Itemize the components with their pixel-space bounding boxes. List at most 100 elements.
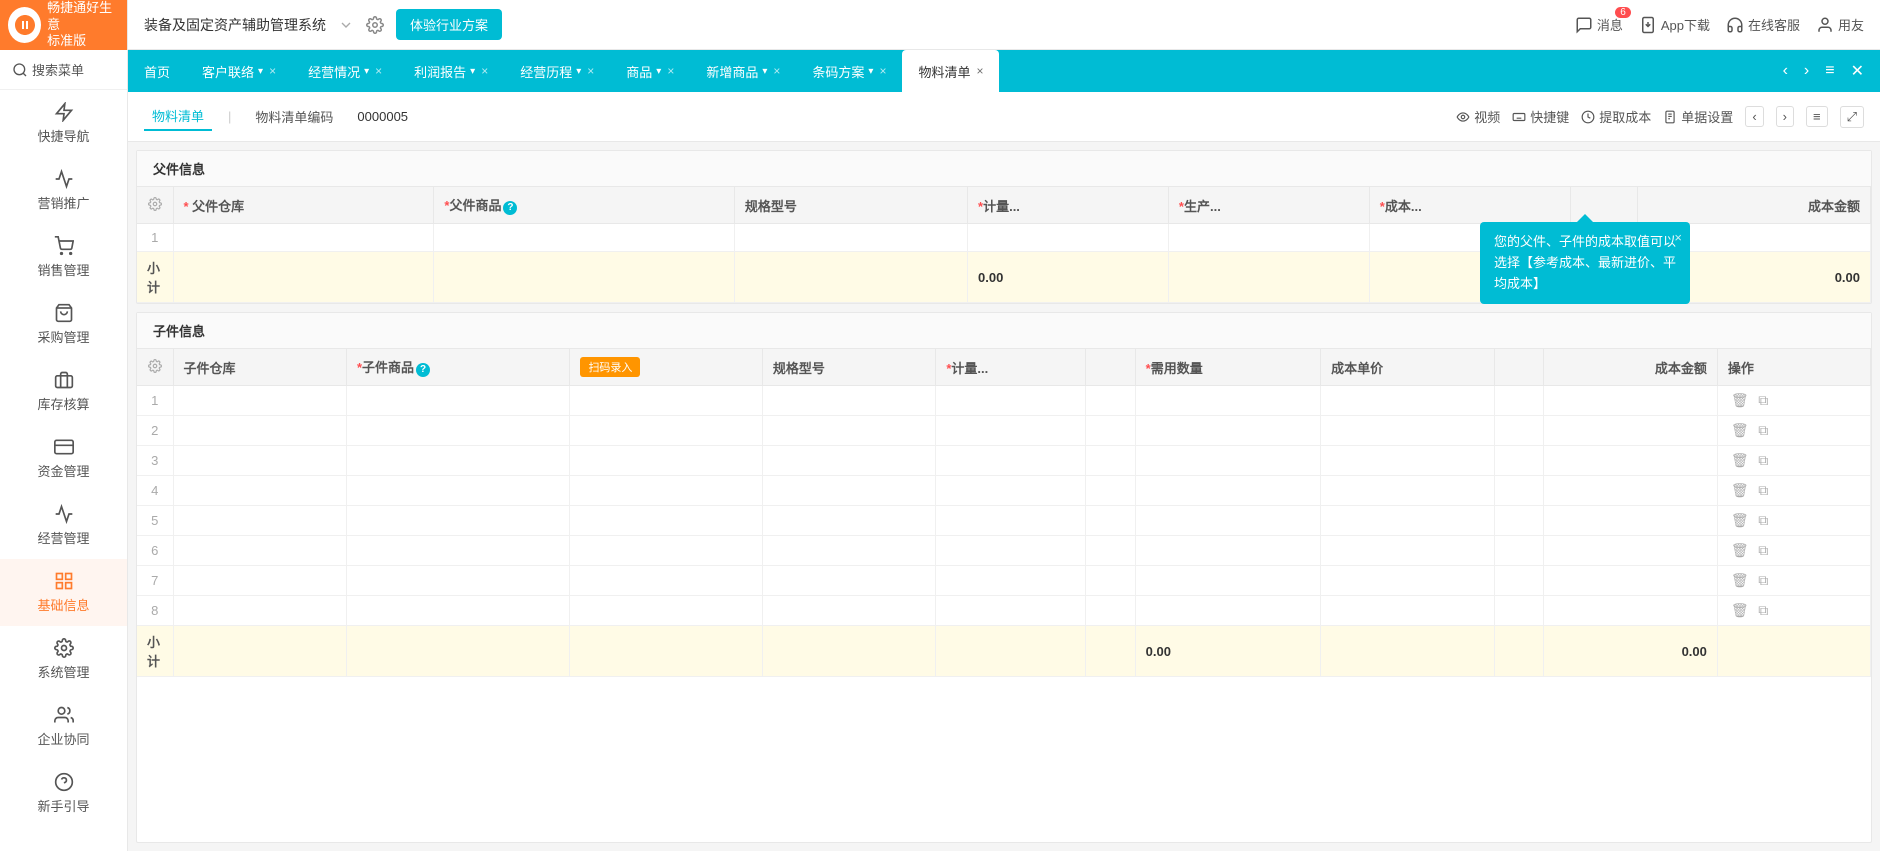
- tab-barcode[interactable]: 条码方案▾×: [796, 50, 902, 92]
- tab-new-goods[interactable]: 新增商品▾×: [690, 50, 796, 92]
- sidebar-item-enterprise[interactable]: 企业协同: [0, 693, 127, 760]
- tab-barcode-close[interactable]: ×: [879, 64, 886, 78]
- action-shortcut[interactable]: 快捷键: [1512, 107, 1569, 126]
- child-qty-2[interactable]: [1135, 416, 1320, 446]
- child-warehouse-8[interactable]: [173, 596, 346, 626]
- child-spec-6[interactable]: [762, 536, 935, 566]
- child-goods-6[interactable]: [346, 536, 569, 566]
- nav-close-all-btn[interactable]: ≡: [1817, 62, 1842, 80]
- sidebar-item-sales[interactable]: 销售管理: [0, 224, 127, 291]
- user-btn[interactable]: 用友: [1816, 15, 1864, 34]
- tab-newgoods-close[interactable]: ×: [773, 64, 780, 78]
- child-unit-cost-5[interactable]: [1321, 506, 1494, 536]
- parent-produce-cell[interactable]: [1168, 224, 1369, 252]
- child-unit-6[interactable]: [936, 536, 1085, 566]
- child-qty-1[interactable]: [1135, 386, 1320, 416]
- child-warehouse-3[interactable]: [173, 446, 346, 476]
- child-unit-7[interactable]: [936, 566, 1085, 596]
- delete-icon-8[interactable]: 🗑: [1731, 602, 1749, 618]
- child-goods-1[interactable]: [346, 386, 569, 416]
- child-qty-4[interactable]: [1135, 476, 1320, 506]
- child-qty-5[interactable]: [1135, 506, 1320, 536]
- subheader-tab-bom[interactable]: 物料清单: [144, 102, 212, 131]
- sidebar-item-purchase[interactable]: 采购管理: [0, 291, 127, 358]
- parent-warehouse-cell[interactable]: [173, 224, 434, 252]
- child-unit-2[interactable]: [936, 416, 1085, 446]
- parent-spec-cell[interactable]: [734, 224, 967, 252]
- delete-icon-1[interactable]: 🗑: [1731, 392, 1749, 408]
- child-qty-6[interactable]: [1135, 536, 1320, 566]
- sidebar-item-operation[interactable]: 经营管理: [0, 492, 127, 559]
- child-unit-cost-7[interactable]: [1321, 566, 1494, 596]
- tab-goods-close[interactable]: ×: [667, 64, 674, 78]
- settings-icon[interactable]: [366, 16, 384, 34]
- child-warehouse-6[interactable]: [173, 536, 346, 566]
- nav-prev-btn[interactable]: ‹: [1775, 62, 1796, 80]
- copy-icon-7[interactable]: ⧉: [1758, 572, 1768, 588]
- tab-profit[interactable]: 利润报告▾×: [398, 50, 504, 92]
- child-warehouse-5[interactable]: [173, 506, 346, 536]
- nav-next-page[interactable]: ›: [1776, 106, 1794, 127]
- sidebar-item-search[interactable]: 搜索菜单: [0, 50, 127, 90]
- copy-icon-6[interactable]: ⧉: [1758, 542, 1768, 558]
- copy-icon-3[interactable]: ⧉: [1758, 452, 1768, 468]
- child-qty-3[interactable]: [1135, 446, 1320, 476]
- delete-icon-6[interactable]: 🗑: [1731, 542, 1749, 558]
- tab-operation-close[interactable]: ×: [375, 64, 382, 78]
- tab-customer-close[interactable]: ×: [269, 64, 276, 78]
- child-spec-5[interactable]: [762, 506, 935, 536]
- child-unit-cost-8[interactable]: [1321, 596, 1494, 626]
- nav-expand[interactable]: ⤢: [1840, 106, 1864, 128]
- child-warehouse-4[interactable]: [173, 476, 346, 506]
- copy-icon-4[interactable]: ⧉: [1758, 482, 1768, 498]
- parent-col-gear[interactable]: [137, 187, 173, 224]
- child-unit-4[interactable]: [936, 476, 1085, 506]
- child-col-scan[interactable]: 扫码录入: [570, 349, 762, 386]
- nav-prev-page[interactable]: ‹: [1745, 106, 1763, 127]
- nav-list-view[interactable]: ≡: [1806, 106, 1828, 127]
- delete-icon-7[interactable]: 🗑: [1731, 572, 1749, 588]
- tab-goods[interactable]: 商品▾×: [610, 50, 690, 92]
- sidebar-item-quicknav[interactable]: 快捷导航: [0, 90, 127, 157]
- child-goods-info[interactable]: ?: [416, 363, 430, 377]
- child-goods-7[interactable]: [346, 566, 569, 596]
- tab-operation[interactable]: 经营情况▾×: [292, 50, 398, 92]
- child-spec-3[interactable]: [762, 446, 935, 476]
- child-qty-8[interactable]: [1135, 596, 1320, 626]
- message-btn[interactable]: 消息 6: [1575, 15, 1623, 34]
- sidebar-item-guide[interactable]: 新手引导: [0, 760, 127, 827]
- sidebar-item-system[interactable]: 系统管理: [0, 626, 127, 693]
- tooltip-close-btn[interactable]: ×: [1674, 228, 1682, 249]
- online-service-btn[interactable]: 在线客服: [1726, 15, 1800, 34]
- app-download-btn[interactable]: App下载: [1639, 15, 1710, 34]
- child-unit-cost-1[interactable]: [1321, 386, 1494, 416]
- copy-icon-5[interactable]: ⧉: [1758, 512, 1768, 528]
- tab-profit-close[interactable]: ×: [481, 64, 488, 78]
- action-cost[interactable]: 提取成本: [1581, 107, 1651, 126]
- tab-history[interactable]: 经营历程▾×: [504, 50, 610, 92]
- sidebar-item-marketing[interactable]: 营销推广: [0, 157, 127, 224]
- child-goods-8[interactable]: [346, 596, 569, 626]
- child-unit-cost-4[interactable]: [1321, 476, 1494, 506]
- child-spec-1[interactable]: [762, 386, 935, 416]
- sidebar-item-inventory[interactable]: 库存核算: [0, 358, 127, 425]
- tab-home[interactable]: 首页: [128, 50, 186, 92]
- child-warehouse-1[interactable]: [173, 386, 346, 416]
- parent-goods-info[interactable]: ?: [503, 201, 517, 215]
- child-spec-7[interactable]: [762, 566, 935, 596]
- child-spec-2[interactable]: [762, 416, 935, 446]
- tab-history-close[interactable]: ×: [587, 64, 594, 78]
- child-unit-cost-6[interactable]: [1321, 536, 1494, 566]
- child-spec-4[interactable]: [762, 476, 935, 506]
- child-goods-5[interactable]: [346, 506, 569, 536]
- child-unit-cost-3[interactable]: [1321, 446, 1494, 476]
- copy-icon-1[interactable]: ⧉: [1758, 392, 1768, 408]
- child-goods-2[interactable]: [346, 416, 569, 446]
- child-unit-cost-2[interactable]: [1321, 416, 1494, 446]
- parent-unit-cell[interactable]: [968, 224, 1169, 252]
- sidebar-item-finance[interactable]: 资金管理: [0, 425, 127, 492]
- copy-icon-2[interactable]: ⧉: [1758, 422, 1768, 438]
- child-unit-5[interactable]: [936, 506, 1085, 536]
- action-view[interactable]: 视频: [1456, 107, 1500, 126]
- delete-icon-5[interactable]: 🗑: [1731, 512, 1749, 528]
